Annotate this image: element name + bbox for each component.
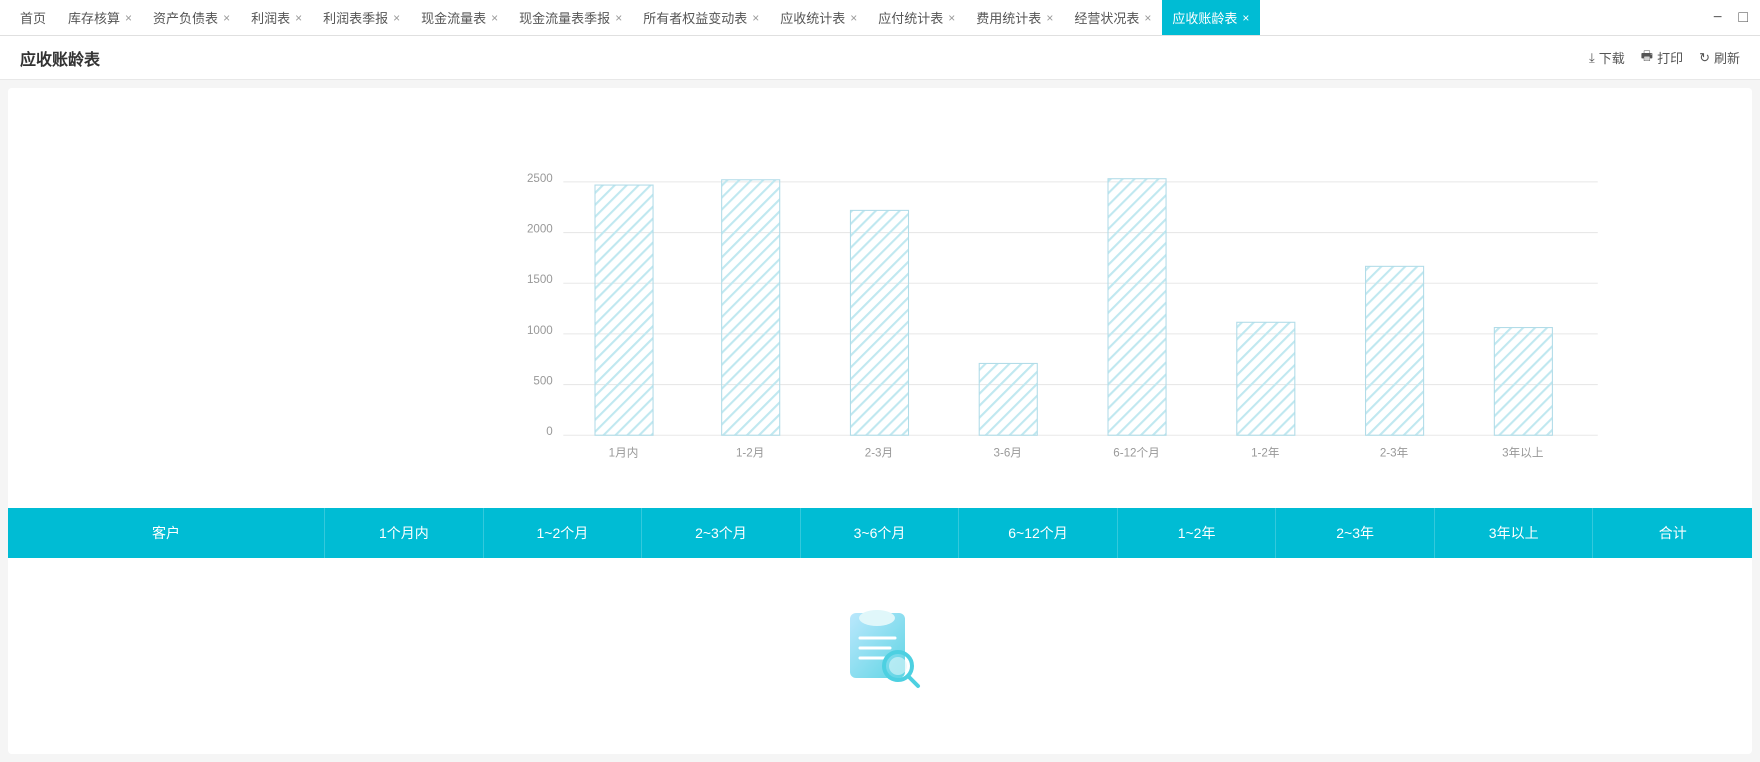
svg-text:2500: 2500 — [527, 172, 553, 185]
page-title: 应收账龄表 — [20, 46, 100, 70]
tab-close-cashflow-quarterly[interactable]: × — [615, 11, 622, 25]
tab-close-ar-stats[interactable]: × — [850, 11, 857, 25]
svg-text:1000: 1000 — [527, 324, 553, 337]
tab-home[interactable]: 首页 — [8, 8, 58, 27]
header-actions: ⤓ 下载 🖶 打印 ↻ 刷新 — [1589, 47, 1740, 69]
empty-icon — [830, 598, 930, 698]
tab-bar-actions: − □ — [1709, 9, 1752, 27]
col-3-6month: 3~6个月 — [801, 508, 960, 558]
table-header: 客户 1个月内 1~2个月 2~3个月 3~6个月 6~12个月 1~2年 2~… — [8, 508, 1752, 558]
tab-balance[interactable]: 资产负债表 × — [143, 0, 241, 36]
main-content: 0 500 1000 1500 2000 2500 — [8, 88, 1752, 754]
tab-close-profit[interactable]: × — [295, 11, 302, 25]
maximize-icon[interactable]: □ — [1734, 9, 1752, 27]
tab-close-inventory[interactable]: × — [125, 11, 132, 25]
bar-2-3month — [850, 210, 908, 435]
svg-text:1-2年: 1-2年 — [1251, 445, 1280, 459]
col-6-12month: 6~12个月 — [959, 508, 1118, 558]
tab-close-expense-stats[interactable]: × — [1046, 11, 1053, 25]
col-2-3month: 2~3个月 — [642, 508, 801, 558]
col-1month: 1个月内 — [325, 508, 484, 558]
print-button[interactable]: 🖶 打印 — [1641, 47, 1683, 69]
refresh-button[interactable]: ↻ 刷新 — [1699, 48, 1740, 67]
bar-1-2month — [722, 180, 780, 435]
tab-bar: 首页 库存核算 × 资产负债表 × 利润表 × 利润表季报 × 现金流量表 × … — [0, 0, 1760, 36]
tab-close-profit-quarterly[interactable]: × — [393, 11, 400, 25]
svg-text:2000: 2000 — [527, 223, 553, 236]
col-1-2year: 1~2年 — [1118, 508, 1277, 558]
tab-close-equity[interactable]: × — [752, 11, 759, 25]
bar-6-12month — [1108, 179, 1166, 436]
svg-text:2-3月: 2-3月 — [865, 446, 893, 459]
tab-close-ap-stats[interactable]: × — [948, 11, 955, 25]
bar-chart: 0 500 1000 1500 2000 2500 — [28, 108, 1732, 488]
bar-3-6month — [979, 363, 1037, 435]
download-button[interactable]: ⤓ 下载 — [1589, 48, 1625, 67]
tab-close-balance[interactable]: × — [223, 11, 230, 25]
tab-profit-quarterly[interactable]: 利润表季报 × — [313, 0, 411, 36]
refresh-icon: ↻ — [1699, 50, 1710, 66]
svg-text:6-12个月: 6-12个月 — [1113, 446, 1159, 459]
col-total: 合计 — [1593, 508, 1752, 558]
tab-close-ops[interactable]: × — [1144, 11, 1151, 25]
tab-ops[interactable]: 经营状况表 × — [1064, 0, 1162, 36]
tab-cashflow-quarterly[interactable]: 现金流量表季报 × — [509, 0, 633, 36]
tab-expense-stats[interactable]: 费用统计表 × — [966, 0, 1064, 36]
col-3yearplus: 3年以上 — [1435, 508, 1594, 558]
tab-inventory[interactable]: 库存核算 × — [58, 0, 143, 36]
download-icon: ⤓ — [1589, 50, 1595, 66]
tab-ar-aging[interactable]: 应收账龄表 × — [1162, 0, 1260, 36]
svg-text:1-2月: 1-2月 — [736, 446, 764, 459]
bar-1-2year — [1237, 322, 1295, 435]
tab-profit[interactable]: 利润表 × — [241, 0, 313, 36]
bar-3yearplus — [1494, 328, 1552, 436]
bar-1month — [595, 185, 653, 435]
empty-state — [8, 558, 1752, 754]
svg-text:3年以上: 3年以上 — [1502, 445, 1544, 459]
page-header: 应收账龄表 ⤓ 下载 🖶 打印 ↻ 刷新 — [0, 36, 1760, 80]
tab-ap-stats[interactable]: 应付统计表 × — [868, 0, 966, 36]
svg-text:2-3年: 2-3年 — [1380, 445, 1409, 459]
print-icon: 🖶 — [1641, 47, 1653, 69]
minimize-icon[interactable]: − — [1709, 9, 1726, 27]
svg-text:3-6月: 3-6月 — [994, 446, 1022, 459]
tab-close-ar-aging[interactable]: × — [1242, 11, 1249, 25]
tab-ar-stats[interactable]: 应收统计表 × — [770, 0, 868, 36]
tab-equity[interactable]: 所有者权益变动表 × — [633, 0, 770, 36]
tab-cashflow[interactable]: 现金流量表 × — [411, 0, 509, 36]
chart-area: 0 500 1000 1500 2000 2500 — [8, 88, 1752, 508]
tab-close-cashflow[interactable]: × — [491, 11, 498, 25]
svg-text:1500: 1500 — [527, 273, 553, 286]
svg-text:1月内: 1月内 — [609, 445, 639, 459]
svg-text:500: 500 — [533, 375, 552, 388]
bar-2-3year — [1366, 266, 1424, 435]
col-customer: 客户 — [8, 508, 325, 558]
col-2-3year: 2~3年 — [1276, 508, 1435, 558]
col-1-2month: 1~2个月 — [484, 508, 643, 558]
svg-text:0: 0 — [546, 425, 552, 438]
